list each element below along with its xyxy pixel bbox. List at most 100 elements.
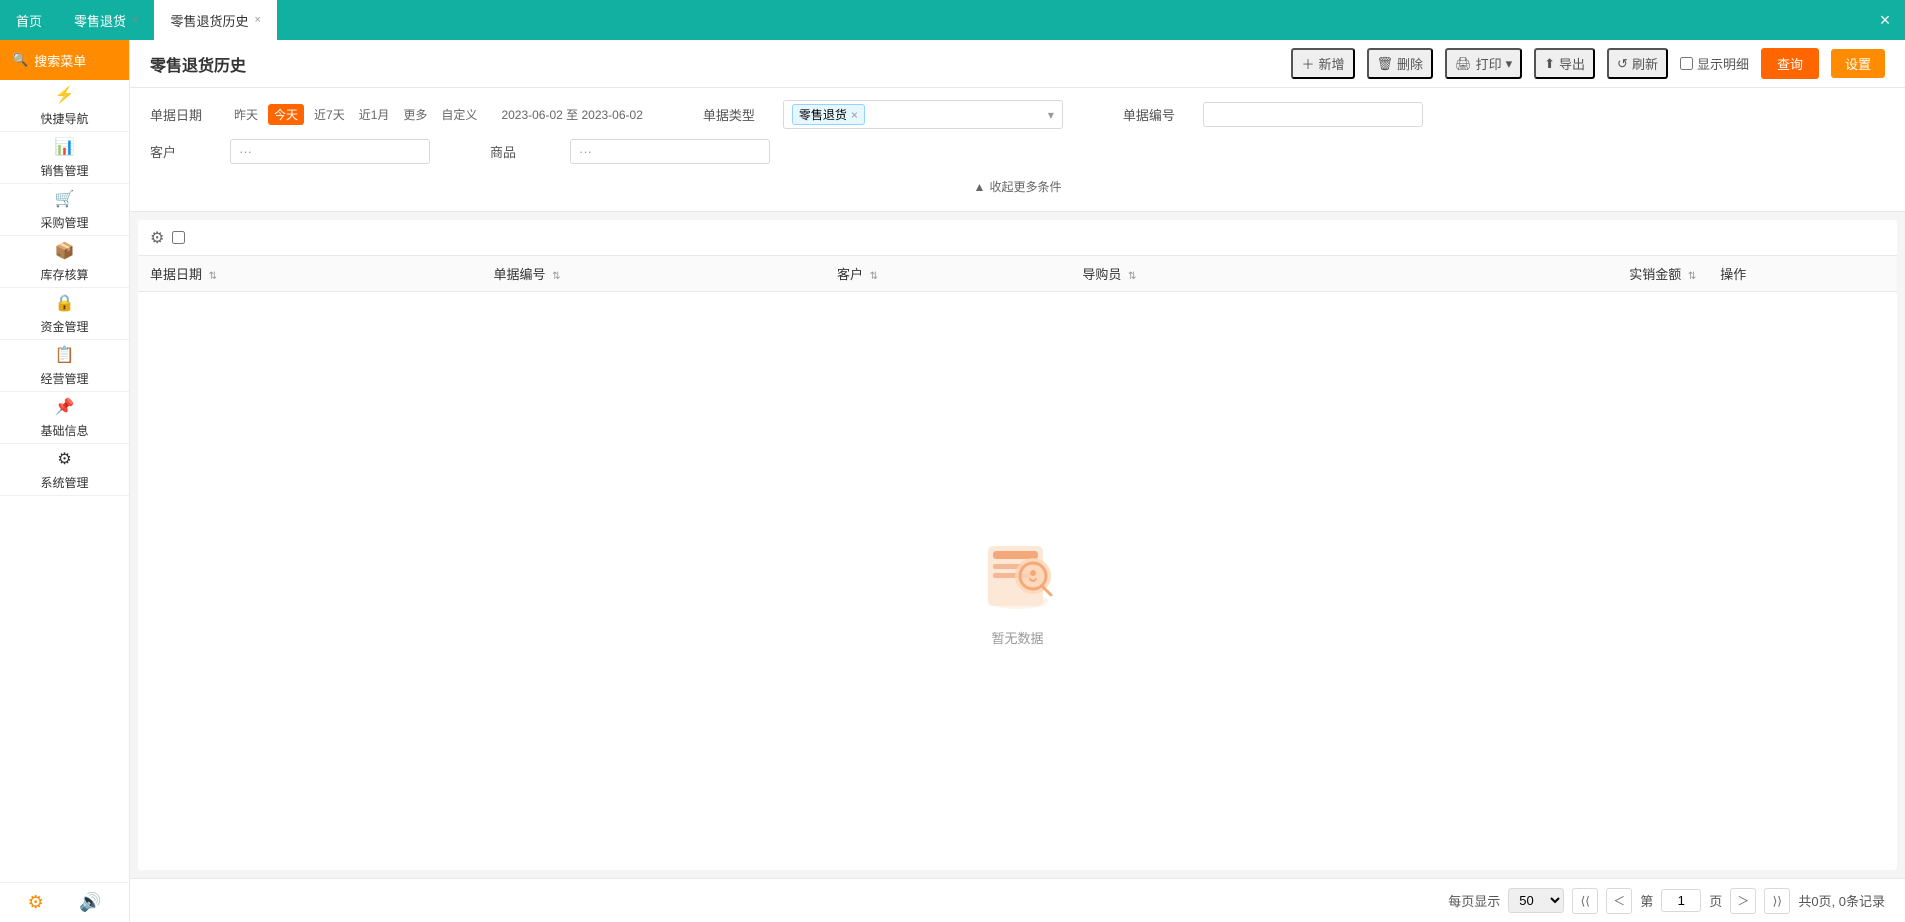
- sidebar-item-quick-nav[interactable]: ⚡ 快捷导航: [0, 80, 129, 132]
- type-tag-close[interactable]: ×: [851, 108, 858, 122]
- tab-retail-return-history[interactable]: 零售退货历史 ×: [154, 0, 276, 40]
- main-layout: 🔍 搜索菜单 ⚡ 快捷导航 📊 销售管理 🛒 采购管理 📦 库存核算 🔒 资金管…: [0, 40, 1905, 922]
- col-date-label: 单据日期: [150, 267, 202, 282]
- sidebar-item-sales-mgmt[interactable]: 📊 销售管理: [0, 132, 129, 184]
- print-icon: 🖨: [1455, 56, 1472, 72]
- table-settings-icon[interactable]: ⚙: [150, 228, 164, 248]
- show-detail-text: 显示明细: [1697, 54, 1749, 73]
- export-label: 导出: [1559, 54, 1585, 73]
- sidebar-item-basic-info[interactable]: 📌 基础信息: [0, 392, 129, 444]
- search-icon: 🔍: [12, 52, 28, 68]
- sys-mgmt-icon: ⚙: [54, 448, 76, 470]
- table-toolbar: ⚙: [138, 220, 1897, 256]
- page-prev-button[interactable]: ＜: [1606, 888, 1632, 914]
- sidebar-search[interactable]: 🔍 搜索菜单: [0, 40, 129, 80]
- filter-row-2: 客户 ··· 商品 ···: [150, 139, 1885, 164]
- delete-label: 删除: [1397, 54, 1423, 73]
- tab-retail-return-history-close[interactable]: ×: [254, 14, 260, 26]
- tab-home[interactable]: 首页: [0, 0, 58, 40]
- delete-button[interactable]: 🗑 删除: [1367, 48, 1434, 79]
- goods-input[interactable]: ···: [570, 139, 770, 164]
- col-guide-sort-icon[interactable]: ⇅: [1128, 271, 1136, 282]
- select-all-checkbox[interactable]: [172, 231, 185, 244]
- tab-home-label: 首页: [16, 11, 42, 30]
- tab-retail-return-history-label: 零售退货历史: [170, 11, 248, 30]
- page-next-button[interactable]: ＞: [1730, 888, 1756, 914]
- date-opt-today[interactable]: 今天: [268, 104, 304, 125]
- query-button[interactable]: 查询: [1761, 48, 1819, 79]
- tab-retail-return-label: 零售退货: [74, 11, 126, 30]
- voucher-input[interactable]: [1203, 102, 1423, 127]
- collapse-label: 收起更多条件: [989, 178, 1061, 195]
- type-filter-box[interactable]: 零售退货 × ▾: [783, 100, 1063, 129]
- add-label: 新增: [1319, 54, 1345, 73]
- add-button[interactable]: ＋ 新增: [1291, 48, 1354, 79]
- date-options: 昨天 今天 近7天 近1月 更多 自定义: [230, 104, 481, 125]
- sidebar-search-label: 搜索菜单: [34, 51, 86, 70]
- col-ops: 操作: [1708, 256, 1897, 292]
- col-customer-sort-icon[interactable]: ⇅: [870, 271, 878, 282]
- header-actions: ＋ 新增 🗑 删除 🖨 打印 ▾ ⬆ 导出 ↺ 刷新: [1291, 48, 1885, 79]
- delete-icon: 🗑: [1377, 56, 1394, 72]
- show-detail-checkbox[interactable]: [1680, 57, 1693, 70]
- date-opt-1month[interactable]: 近1月: [355, 104, 394, 125]
- page-title: 零售退货历史: [150, 52, 1291, 76]
- collapse-button[interactable]: ▲ 收起更多条件: [962, 174, 1074, 199]
- gear-icon[interactable]: ⚙: [28, 892, 44, 913]
- page-last-button[interactable]: ⟩⟩: [1764, 888, 1790, 914]
- col-voucher-label: 单据编号: [493, 267, 545, 282]
- date-opt-7days[interactable]: 近7天: [310, 104, 349, 125]
- window-close-button[interactable]: ×: [1865, 0, 1905, 40]
- page-input[interactable]: [1661, 889, 1701, 912]
- purchase-mgmt-icon: 🛒: [54, 188, 76, 210]
- empty-icon: [968, 516, 1068, 616]
- collapse-row: ▲ 收起更多条件: [150, 174, 1885, 199]
- sidebar-item-sales-mgmt-label: 销售管理: [40, 162, 88, 179]
- col-amount: 实销金额 ⇅: [1365, 256, 1708, 292]
- page-first-button[interactable]: ⟨⟨: [1572, 888, 1598, 914]
- sidebar-item-capital-mgmt[interactable]: 🔒 资金管理: [0, 288, 129, 340]
- setting-button[interactable]: 设置: [1831, 49, 1885, 78]
- sidebar-item-quick-nav-label: 快捷导航: [40, 110, 88, 127]
- date-opt-more[interactable]: 更多: [399, 104, 431, 125]
- page-header: 零售退货历史 ＋ 新增 🗑 删除 🖨 打印 ▾ ⬆ 导出: [130, 40, 1905, 88]
- sidebar: 🔍 搜索菜单 ⚡ 快捷导航 📊 销售管理 🛒 采购管理 📦 库存核算 🔒 资金管…: [0, 40, 130, 922]
- col-voucher: 单据编号 ⇅: [481, 256, 824, 292]
- sidebar-item-sys-mgmt-label: 系统管理: [40, 474, 88, 491]
- date-opt-custom[interactable]: 自定义: [437, 104, 481, 125]
- collapse-arrow-icon: ▲: [974, 180, 986, 194]
- col-date-sort-icon[interactable]: ⇅: [209, 271, 217, 282]
- refresh-button[interactable]: ↺ 刷新: [1607, 48, 1668, 79]
- print-button[interactable]: 🖨 打印 ▾: [1445, 48, 1522, 79]
- sidebar-item-purchase-mgmt[interactable]: 🛒 采购管理: [0, 184, 129, 236]
- tab-retail-return-close[interactable]: ×: [132, 14, 138, 26]
- empty-text: 暂无数据: [991, 628, 1043, 647]
- page-size-select[interactable]: 10 20 50 100: [1508, 888, 1564, 913]
- sidebar-item-sys-mgmt[interactable]: ⚙ 系统管理: [0, 444, 129, 496]
- print-label: 打印: [1476, 54, 1502, 73]
- export-button[interactable]: ⬆ 导出: [1534, 48, 1595, 79]
- customer-placeholder: ···: [239, 144, 252, 159]
- ops-mgmt-icon: 📋: [54, 344, 76, 366]
- date-opt-yesterday[interactable]: 昨天: [230, 104, 262, 125]
- customer-input[interactable]: ···: [230, 139, 430, 164]
- data-table: 单据日期 ⇅ 单据编号 ⇅ 客户 ⇅ 导购员 ⇅: [138, 256, 1897, 292]
- basic-info-icon: 📌: [54, 396, 76, 418]
- page-label-prefix: 第: [1640, 891, 1653, 910]
- sidebar-item-ops-mgmt[interactable]: 📋 经营管理: [0, 340, 129, 392]
- sales-mgmt-icon: 📊: [54, 136, 76, 158]
- table-header-row: 单据日期 ⇅ 单据编号 ⇅ 客户 ⇅ 导购员 ⇅: [138, 256, 1897, 292]
- page-size-label: 每页显示: [1448, 891, 1500, 910]
- speaker-icon[interactable]: 🔊: [79, 892, 101, 913]
- col-voucher-sort-icon[interactable]: ⇅: [552, 271, 560, 282]
- type-tag: 零售退货 ×: [792, 104, 865, 125]
- add-icon: ＋: [1301, 54, 1314, 73]
- filter-area: 单据日期 昨天 今天 近7天 近1月 更多 自定义 2023-06-02 至 2…: [130, 88, 1905, 212]
- show-detail-label[interactable]: 显示明细: [1680, 54, 1749, 73]
- tab-retail-return[interactable]: 零售退货 ×: [58, 0, 154, 40]
- type-label: 单据类型: [703, 105, 763, 124]
- col-amount-sort-icon[interactable]: ⇅: [1688, 271, 1696, 282]
- filter-row-1: 单据日期 昨天 今天 近7天 近1月 更多 自定义 2023-06-02 至 2…: [150, 100, 1885, 129]
- quick-nav-icon: ⚡: [54, 84, 76, 106]
- sidebar-item-inventory[interactable]: 📦 库存核算: [0, 236, 129, 288]
